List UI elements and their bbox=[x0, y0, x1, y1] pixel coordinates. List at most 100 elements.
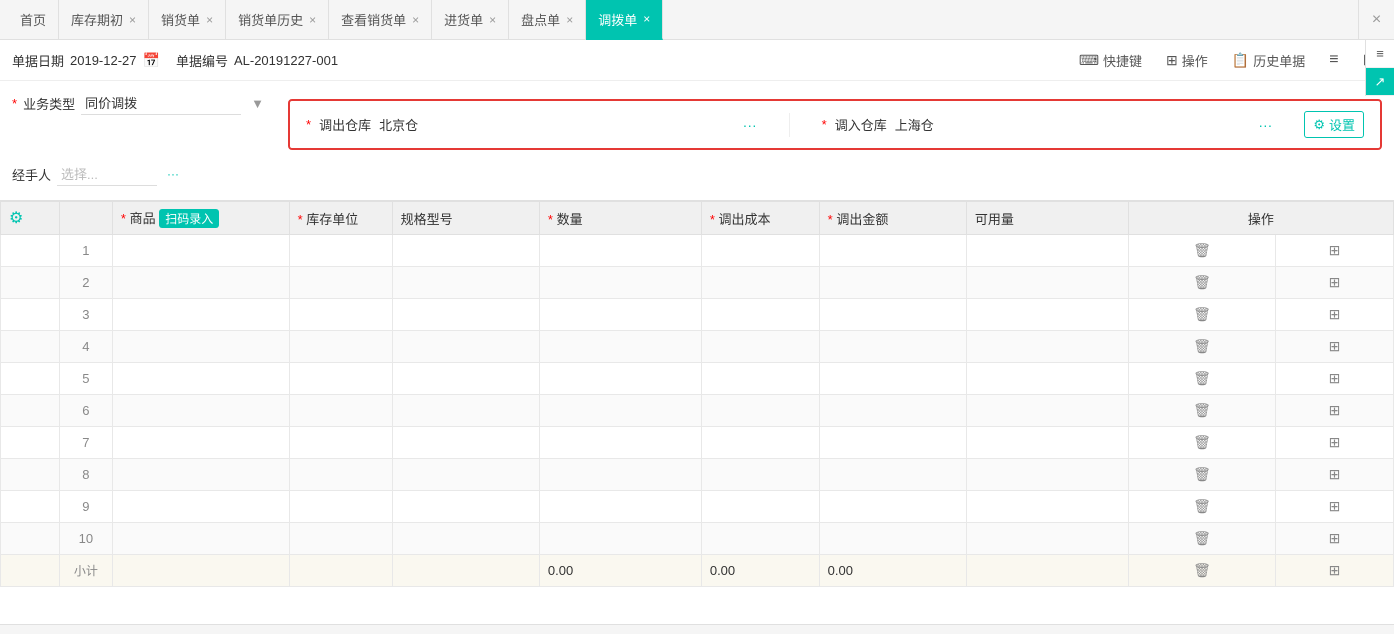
row-cost-cell[interactable] bbox=[701, 331, 819, 363]
shortcut-btn[interactable]: ⌨ 快捷键 bbox=[1073, 49, 1148, 72]
row-delete-icon[interactable]: 🗑 bbox=[1193, 498, 1211, 514]
row-spec-cell[interactable] bbox=[392, 363, 539, 395]
tab-sales-history[interactable]: 销货单历史 × bbox=[226, 0, 329, 40]
row-copy-icon[interactable]: ⊞ bbox=[1329, 466, 1341, 482]
row-spec-cell[interactable] bbox=[392, 331, 539, 363]
row-product-cell[interactable] bbox=[112, 363, 289, 395]
row-delete-icon[interactable]: 🗑 bbox=[1193, 434, 1211, 450]
row-qty-cell[interactable] bbox=[539, 299, 701, 331]
warehouse-in-value[interactable]: 上海仓 bbox=[895, 115, 1251, 134]
row-avail-cell[interactable] bbox=[966, 235, 1128, 267]
subtotal-copy-icon[interactable]: ⊞ bbox=[1329, 562, 1341, 578]
row-product-cell[interactable] bbox=[112, 523, 289, 555]
row-spec-cell[interactable] bbox=[392, 395, 539, 427]
table-gear-icon[interactable]: ⚙ bbox=[9, 210, 23, 227]
close-all-tabs[interactable]: × bbox=[1358, 0, 1394, 40]
date-value[interactable]: 2019-12-27 bbox=[70, 53, 137, 68]
row-product-cell[interactable] bbox=[112, 235, 289, 267]
row-cost-cell[interactable] bbox=[701, 235, 819, 267]
row-qty-cell[interactable] bbox=[539, 235, 701, 267]
tab-inventory-init-close[interactable]: × bbox=[129, 14, 136, 26]
row-copy-icon[interactable]: ⊞ bbox=[1329, 530, 1341, 546]
row-unit-cell[interactable] bbox=[289, 331, 392, 363]
row-cost-cell[interactable] bbox=[701, 459, 819, 491]
row-qty-cell[interactable] bbox=[539, 395, 701, 427]
row-amount-cell[interactable] bbox=[819, 491, 966, 523]
tab-inventory-init[interactable]: 库存期初 × bbox=[59, 0, 149, 40]
row-unit-cell[interactable] bbox=[289, 523, 392, 555]
row-delete-icon[interactable]: 🗑 bbox=[1193, 306, 1211, 322]
warehouse-out-more[interactable]: ··· bbox=[743, 117, 757, 133]
tab-purchase-close[interactable]: × bbox=[489, 14, 496, 26]
tab-sales-order-close[interactable]: × bbox=[206, 14, 213, 26]
scrollbar[interactable] bbox=[0, 624, 1394, 634]
row-cost-cell[interactable] bbox=[701, 299, 819, 331]
row-cost-cell[interactable] bbox=[701, 427, 819, 459]
row-unit-cell[interactable] bbox=[289, 491, 392, 523]
right-icon-list[interactable]: ≡ bbox=[1366, 40, 1394, 68]
row-avail-cell[interactable] bbox=[966, 523, 1128, 555]
business-type-input[interactable]: 同价调拨 bbox=[81, 91, 241, 115]
col-settings-header[interactable]: ⚙ bbox=[1, 202, 60, 235]
row-qty-cell[interactable] bbox=[539, 427, 701, 459]
row-copy-icon[interactable]: ⊞ bbox=[1329, 338, 1341, 354]
tab-sales-order[interactable]: 销货单 × bbox=[149, 0, 226, 40]
row-delete-icon[interactable]: 🗑 bbox=[1193, 530, 1211, 546]
row-qty-cell[interactable] bbox=[539, 267, 701, 299]
row-qty-cell[interactable] bbox=[539, 491, 701, 523]
subtotal-delete-icon[interactable]: 🗑 bbox=[1193, 562, 1211, 578]
row-spec-cell[interactable] bbox=[392, 235, 539, 267]
row-avail-cell[interactable] bbox=[966, 395, 1128, 427]
row-avail-cell[interactable] bbox=[966, 267, 1128, 299]
row-spec-cell[interactable] bbox=[392, 491, 539, 523]
tab-view-sales-close[interactable]: × bbox=[412, 14, 419, 26]
warehouse-in-more[interactable]: ··· bbox=[1258, 117, 1272, 133]
row-spec-cell[interactable] bbox=[392, 427, 539, 459]
row-product-cell[interactable] bbox=[112, 331, 289, 363]
tab-inventory-check-close[interactable]: × bbox=[566, 14, 573, 26]
row-product-cell[interactable] bbox=[112, 427, 289, 459]
row-copy-icon[interactable]: ⊞ bbox=[1329, 434, 1341, 450]
row-spec-cell[interactable] bbox=[392, 459, 539, 491]
row-copy-icon[interactable]: ⊞ bbox=[1329, 498, 1341, 514]
calendar-icon[interactable]: 📅 bbox=[143, 52, 160, 69]
tab-inventory-check[interactable]: 盘点单 × bbox=[509, 0, 586, 40]
col-scan-btn[interactable]: 扫码录入 bbox=[159, 209, 219, 228]
row-copy-icon[interactable]: ⊞ bbox=[1329, 242, 1341, 258]
tab-sales-history-close[interactable]: × bbox=[309, 14, 316, 26]
row-amount-cell[interactable] bbox=[819, 235, 966, 267]
business-type-dropdown[interactable]: ▼ bbox=[251, 96, 264, 111]
row-copy-icon[interactable]: ⊞ bbox=[1329, 274, 1341, 290]
row-cost-cell[interactable] bbox=[701, 523, 819, 555]
row-unit-cell[interactable] bbox=[289, 395, 392, 427]
person-input[interactable]: 选择... bbox=[57, 162, 157, 186]
right-icon-export[interactable]: ↗ bbox=[1366, 68, 1394, 96]
row-product-cell[interactable] bbox=[112, 395, 289, 427]
row-unit-cell[interactable] bbox=[289, 363, 392, 395]
settings-button[interactable]: ⚙ 设置 bbox=[1304, 111, 1364, 138]
row-avail-cell[interactable] bbox=[966, 331, 1128, 363]
person-more[interactable]: ··· bbox=[167, 167, 179, 181]
tab-transfer-close[interactable]: × bbox=[643, 13, 650, 25]
row-amount-cell[interactable] bbox=[819, 267, 966, 299]
row-copy-icon[interactable]: ⊞ bbox=[1329, 402, 1341, 418]
history-btn[interactable]: 📋 历史单据 bbox=[1226, 49, 1311, 72]
row-copy-icon[interactable]: ⊞ bbox=[1329, 370, 1341, 386]
row-delete-icon[interactable]: 🗑 bbox=[1193, 466, 1211, 482]
row-cost-cell[interactable] bbox=[701, 363, 819, 395]
row-qty-cell[interactable] bbox=[539, 459, 701, 491]
row-delete-icon[interactable]: 🗑 bbox=[1193, 274, 1211, 290]
row-qty-cell[interactable] bbox=[539, 523, 701, 555]
row-amount-cell[interactable] bbox=[819, 427, 966, 459]
row-unit-cell[interactable] bbox=[289, 299, 392, 331]
row-avail-cell[interactable] bbox=[966, 299, 1128, 331]
row-cost-cell[interactable] bbox=[701, 395, 819, 427]
row-avail-cell[interactable] bbox=[966, 459, 1128, 491]
row-avail-cell[interactable] bbox=[966, 427, 1128, 459]
row-delete-icon[interactable]: 🗑 bbox=[1193, 370, 1211, 386]
row-spec-cell[interactable] bbox=[392, 267, 539, 299]
row-qty-cell[interactable] bbox=[539, 363, 701, 395]
row-delete-icon[interactable]: 🗑 bbox=[1193, 242, 1211, 258]
row-unit-cell[interactable] bbox=[289, 427, 392, 459]
row-amount-cell[interactable] bbox=[819, 395, 966, 427]
